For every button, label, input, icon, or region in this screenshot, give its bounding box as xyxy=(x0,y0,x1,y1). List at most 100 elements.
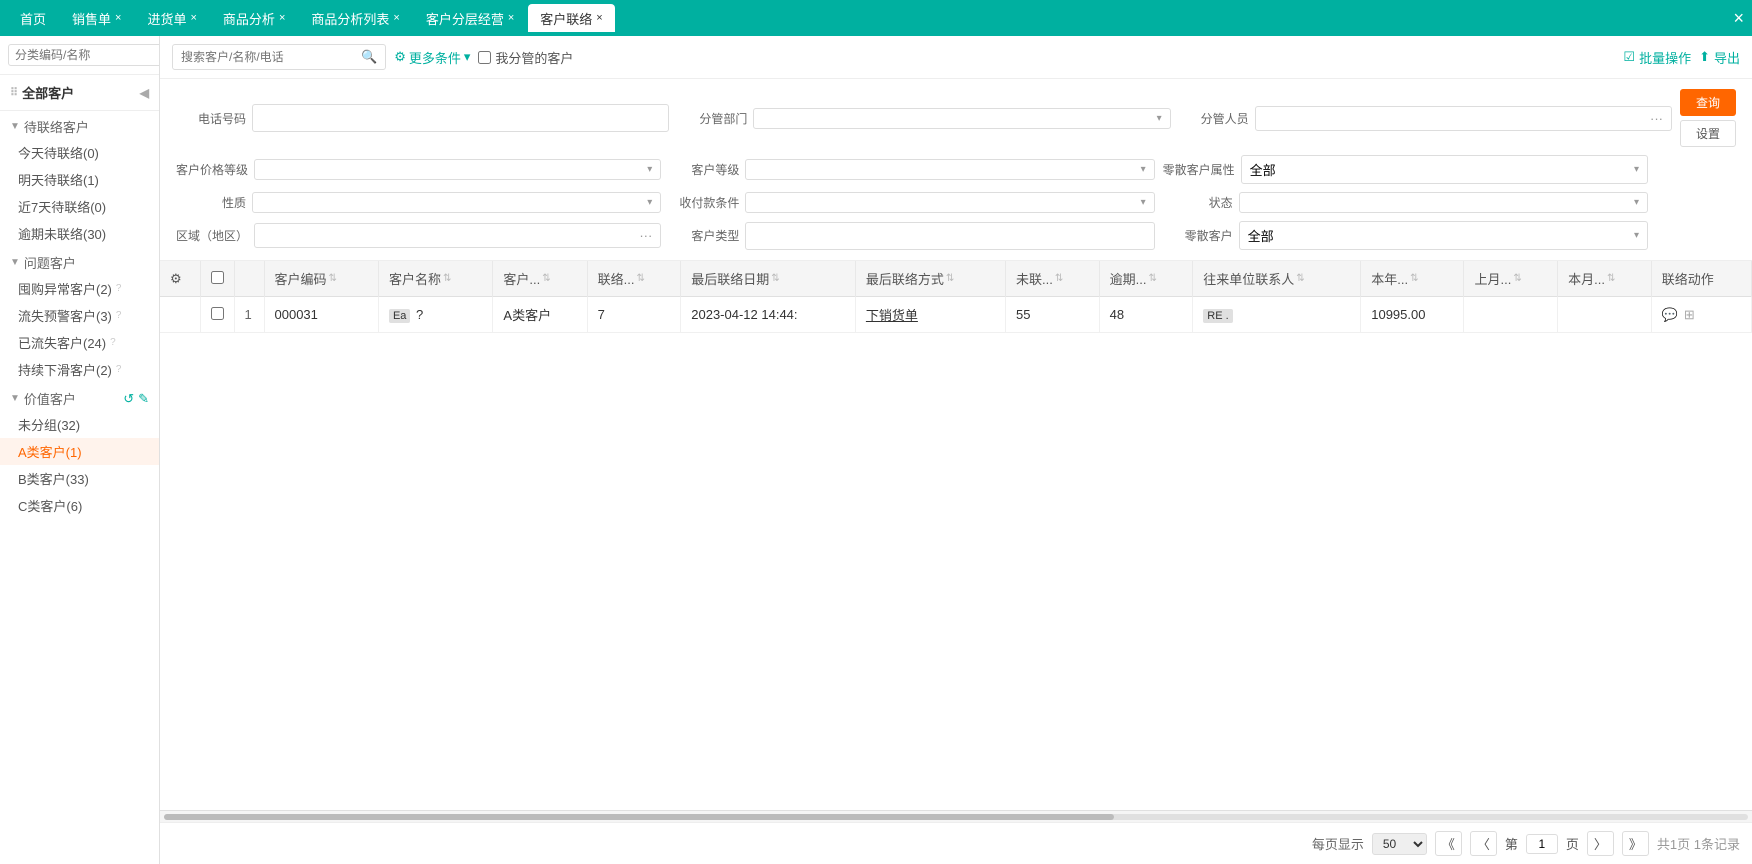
tab-customer-tier[interactable]: 客户分层经营 × xyxy=(414,4,526,32)
scroll-thumb[interactable] xyxy=(164,814,1114,820)
retail-attr-dropdown[interactable]: 全部 ▾ xyxy=(1241,155,1648,184)
chat-icon[interactable]: 💬 xyxy=(1662,307,1678,323)
sidebar-item-today-contact[interactable]: 今天待联络(0) xyxy=(0,139,159,166)
my-customer-checkbox-area[interactable]: 我分管的客户 xyxy=(478,48,573,67)
customer-level-dropdown[interactable]: ▾ xyxy=(745,159,1154,180)
nature-arrow-icon: ▾ xyxy=(647,197,652,208)
sidebar-item-declining[interactable]: 持续下滑客户(2) ? xyxy=(0,356,159,383)
current-page-input[interactable] xyxy=(1526,834,1558,854)
sidebar-all-customers-label[interactable]: 全部客户 xyxy=(22,83,74,102)
last-page-button[interactable]: 》 xyxy=(1622,831,1649,856)
tab-analysis-list[interactable]: 商品分析列表 × xyxy=(299,4,411,32)
data-table: ⚙ 客户编码 ⇅ xyxy=(160,261,1752,333)
filter-search-input[interactable] xyxy=(173,46,353,68)
sidebar-item-class-c[interactable]: C类客户(6) xyxy=(0,492,159,519)
sidebar-item-7days-contact[interactable]: 近7天待联络(0) xyxy=(0,193,159,220)
page-size-select[interactable]: 50 100 200 xyxy=(1372,833,1427,855)
status-dropdown[interactable]: ▾ xyxy=(1239,192,1648,213)
row-lastway-cell[interactable]: 下销货单 xyxy=(855,297,1005,333)
region-input[interactable]: ··· xyxy=(254,223,661,248)
section-pending-contact[interactable]: ▼ 待联络客户 xyxy=(0,111,159,139)
lastway-link[interactable]: 下销货单 xyxy=(866,308,918,323)
sort-unlinkdays-icon: ⇅ xyxy=(1055,273,1063,284)
col-gear[interactable]: ⚙ xyxy=(160,261,200,297)
more-filter-button[interactable]: ⚙ 更多条件 ▾ xyxy=(394,48,470,67)
batch-ops-button[interactable]: ☑ 批量操作 xyxy=(1623,48,1691,67)
row-checkbox[interactable] xyxy=(211,307,224,320)
sidebar-item-churned[interactable]: 已流失客户(24) ? xyxy=(0,329,159,356)
section-value-customers[interactable]: ▼ 价值客户 ↺ ✎ xyxy=(0,383,159,411)
dept-dropdown[interactable]: ▾ xyxy=(753,108,1170,129)
my-customer-checkbox[interactable] xyxy=(478,51,491,64)
class-a-label: A类客户(1) xyxy=(18,442,82,461)
sidebar-item-ungrouped[interactable]: 未分组(32) xyxy=(0,411,159,438)
col-thismonth[interactable]: 本月... ⇅ xyxy=(1558,261,1652,297)
close-analysis-icon[interactable]: × xyxy=(279,12,285,24)
sidebar-item-abnormal-hoard[interactable]: 囤购异常客户(2) ? xyxy=(0,275,159,302)
churned-label: 已流失客户(24) xyxy=(18,333,106,352)
col-lastdate[interactable]: 最后联络日期 ⇅ xyxy=(681,261,856,297)
nature-label: 性质 xyxy=(176,194,246,211)
col-contacts[interactable]: 往来单位联系人 ⇅ xyxy=(1193,261,1361,297)
row-checkbox-cell[interactable] xyxy=(200,297,234,333)
nature-dropdown[interactable]: ▾ xyxy=(252,192,661,213)
manager-input[interactable]: ··· xyxy=(1255,106,1672,131)
tab-home[interactable]: 首页 xyxy=(8,4,58,32)
close-purchase-icon[interactable]: × xyxy=(190,12,196,24)
horizontal-scrollbar[interactable] xyxy=(160,810,1752,822)
retail-customer-dropdown[interactable]: 全部 ▾ xyxy=(1239,221,1648,250)
scroll-track[interactable] xyxy=(164,814,1748,820)
col-contact[interactable]: 联络... ⇅ xyxy=(587,261,681,297)
window-close-button[interactable]: × xyxy=(1733,8,1744,29)
section-problem-customers[interactable]: ▼ 问题客户 xyxy=(0,247,159,275)
col-checkbox[interactable] xyxy=(200,261,234,297)
col-name[interactable]: 客户名称 ⇅ xyxy=(378,261,492,297)
adv-filter-row-3: 性质 ▾ 收付款条件 ▾ 状态 xyxy=(176,192,1736,213)
col-type[interactable]: 客户... ⇅ xyxy=(493,261,587,297)
tab-analysis[interactable]: 商品分析 × xyxy=(211,4,297,32)
col-lastmonth[interactable]: 上月... ⇅ xyxy=(1464,261,1558,297)
row-contact-cell: 7 xyxy=(587,297,681,333)
query-button[interactable]: 查询 xyxy=(1680,89,1736,116)
close-customer-contact-icon[interactable]: × xyxy=(596,12,602,24)
sidebar-item-overdue-contact[interactable]: 逾期未联络(30) xyxy=(0,220,159,247)
close-sales-icon[interactable]: × xyxy=(115,12,121,24)
tab-purchase[interactable]: 进货单 × xyxy=(135,4,208,32)
prev-page-button[interactable]: 〈 xyxy=(1470,831,1497,856)
export-button[interactable]: ⬆ 导出 xyxy=(1699,48,1740,67)
close-analysis-list-icon[interactable]: × xyxy=(393,12,399,24)
filter-search-icon[interactable]: 🔍 xyxy=(353,45,385,69)
price-level-dropdown[interactable]: ▾ xyxy=(254,159,661,180)
grid-action-icon[interactable]: ⊞ xyxy=(1684,307,1695,323)
payment-dropdown[interactable]: ▾ xyxy=(745,192,1154,213)
next-page-button[interactable]: 〉 xyxy=(1587,831,1614,856)
col-lastway[interactable]: 最后联络方式 ⇅ xyxy=(855,261,1005,297)
manager-label: 分管人员 xyxy=(1179,110,1249,127)
sidebar-item-churn-warning[interactable]: 流失预警客户(3) ? xyxy=(0,302,159,329)
sidebar-collapse-icon[interactable]: ◀ xyxy=(140,86,149,100)
sidebar-item-tomorrow-contact[interactable]: 明天待联络(1) xyxy=(0,166,159,193)
first-page-button[interactable]: 《 xyxy=(1435,831,1462,856)
tab-sales[interactable]: 销售单 × xyxy=(60,4,133,32)
gear-icon[interactable]: ⚙ xyxy=(170,271,182,286)
select-all-checkbox[interactable] xyxy=(211,271,224,284)
status-arrow-icon: ▾ xyxy=(1634,197,1639,208)
col-thisyear[interactable]: 本年... ⇅ xyxy=(1361,261,1464,297)
sidebar-search-input[interactable] xyxy=(8,44,160,66)
sidebar-item-class-a[interactable]: A类客户(1) xyxy=(0,438,159,465)
customer-type-input[interactable] xyxy=(745,222,1154,250)
col-code[interactable]: 客户编码 ⇅ xyxy=(264,261,378,297)
adv-filter-row-4: 区域（地区） ··· 客户类型 零散客户 全部 ▾ xyxy=(176,221,1736,250)
phone-input[interactable] xyxy=(252,104,669,132)
edit-value-icon[interactable]: ✎ xyxy=(138,391,149,407)
sidebar-item-class-b[interactable]: B类客户(33) xyxy=(0,465,159,492)
col-unlinkdays[interactable]: 未联... ⇅ xyxy=(1006,261,1100,297)
col-overdue[interactable]: 逾期... ⇅ xyxy=(1099,261,1193,297)
phone-label: 电话号码 xyxy=(176,110,246,127)
set-button[interactable]: 设置 xyxy=(1680,120,1736,147)
refresh-icon[interactable]: ↺ xyxy=(123,391,134,407)
close-customer-tier-icon[interactable]: × xyxy=(508,12,514,24)
row-name-cell[interactable]: Ea ? xyxy=(378,297,492,333)
abnormal-hoard-label: 囤购异常客户(2) xyxy=(18,279,112,298)
tab-customer-contact[interactable]: 客户联络 × xyxy=(528,4,614,32)
